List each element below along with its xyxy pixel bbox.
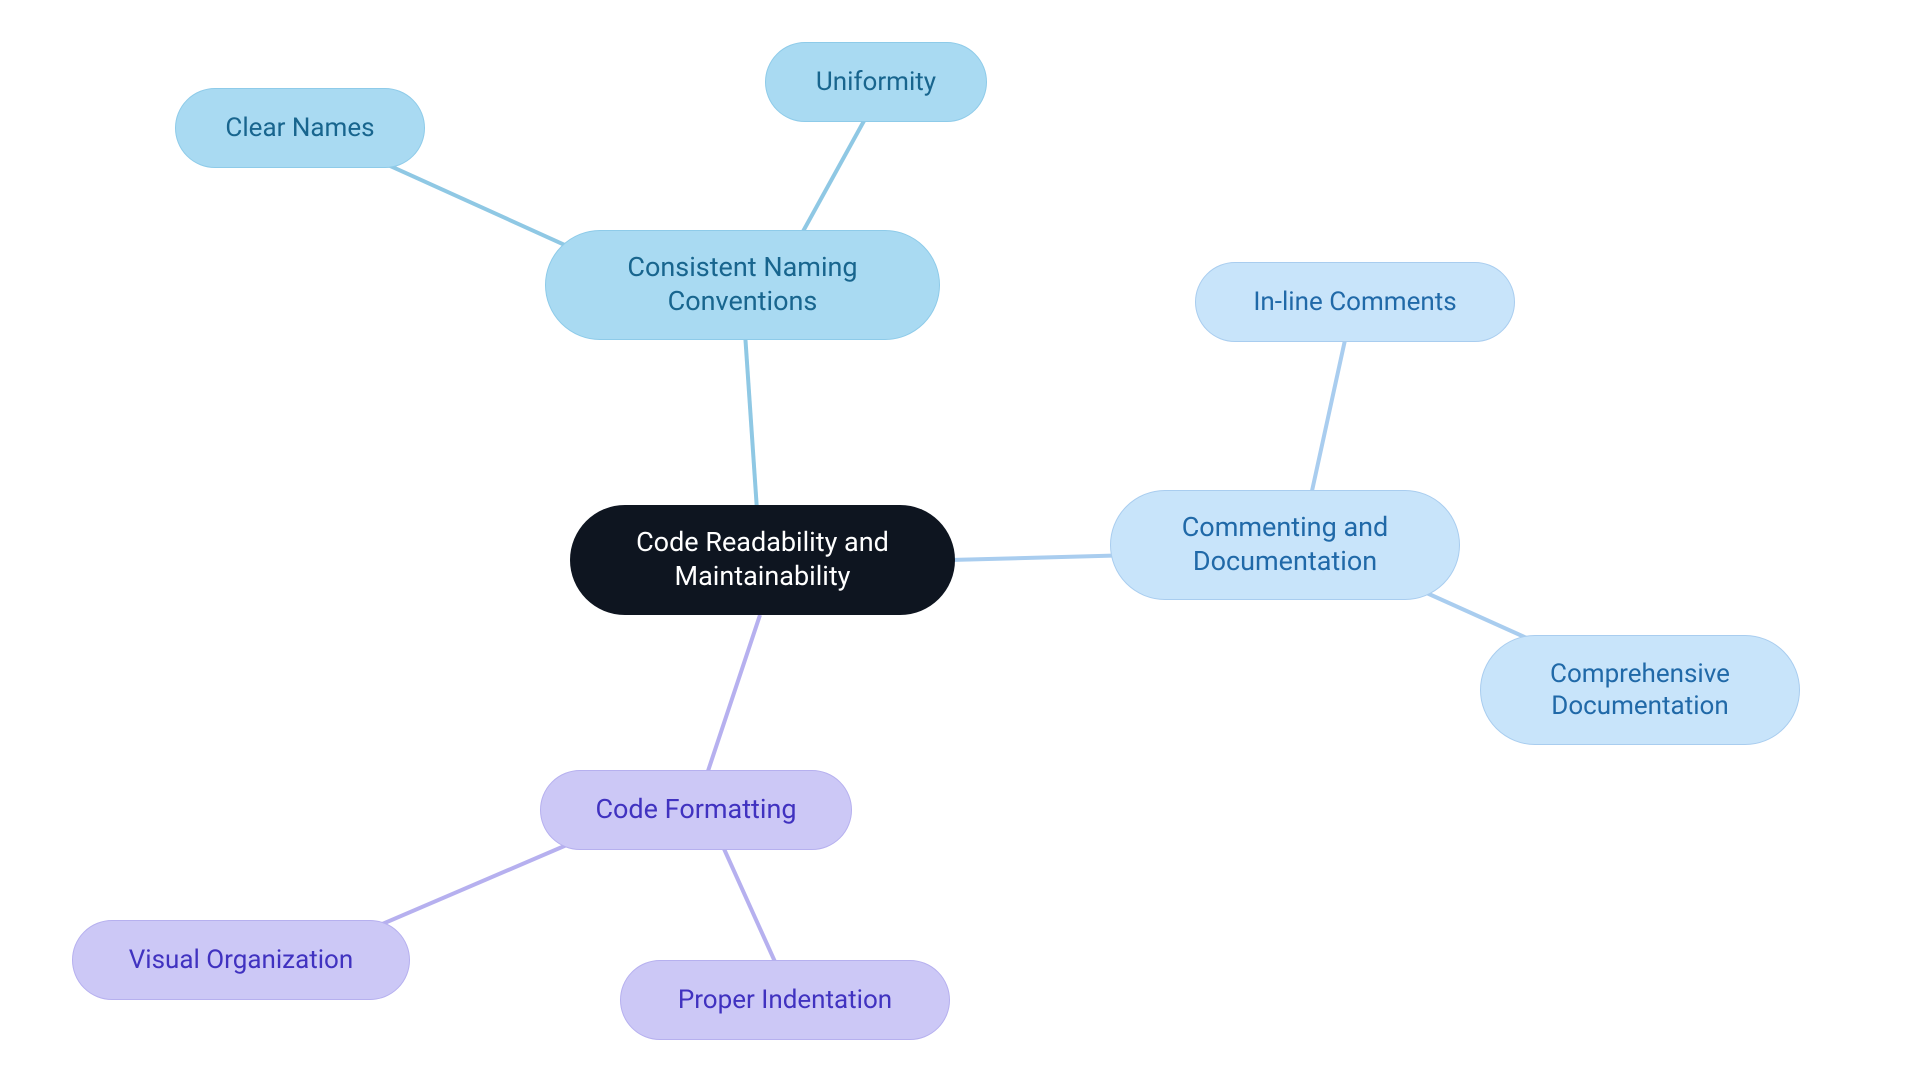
node-root: Code Readability and Maintainability	[570, 505, 955, 615]
node-naming: Consistent Naming Conventions	[545, 230, 940, 340]
node-inline-label: In-line Comments	[1253, 286, 1456, 319]
edge-comment-inline	[1310, 340, 1345, 500]
node-clear: Clear Names	[175, 88, 425, 168]
edge-root-format	[700, 615, 760, 795]
node-uniform: Uniformity	[765, 42, 987, 122]
edge-root-naming	[745, 333, 758, 525]
node-clear-label: Clear Names	[225, 112, 374, 145]
node-indent-label: Proper Indentation	[678, 984, 892, 1017]
node-root-label: Code Readability and Maintainability	[600, 526, 925, 594]
node-comment: Commenting and Documentation	[1110, 490, 1460, 600]
node-uniform-label: Uniformity	[816, 66, 936, 99]
node-compdoc-label: Comprehensive Documentation	[1511, 658, 1769, 723]
node-visual-label: Visual Organization	[129, 944, 353, 977]
node-comment-label: Commenting and Documentation	[1141, 511, 1429, 579]
node-naming-label: Consistent Naming Conventions	[576, 251, 909, 319]
mindmap-canvas: Code Readability and Maintainability Con…	[0, 0, 1920, 1083]
node-format-label: Code Formatting	[595, 793, 796, 827]
node-visual: Visual Organization	[72, 920, 410, 1000]
node-compdoc: Comprehensive Documentation	[1480, 635, 1800, 745]
edge-root-comment	[950, 555, 1135, 560]
node-inline: In-line Comments	[1195, 262, 1515, 342]
node-format: Code Formatting	[540, 770, 852, 850]
node-indent: Proper Indentation	[620, 960, 950, 1040]
